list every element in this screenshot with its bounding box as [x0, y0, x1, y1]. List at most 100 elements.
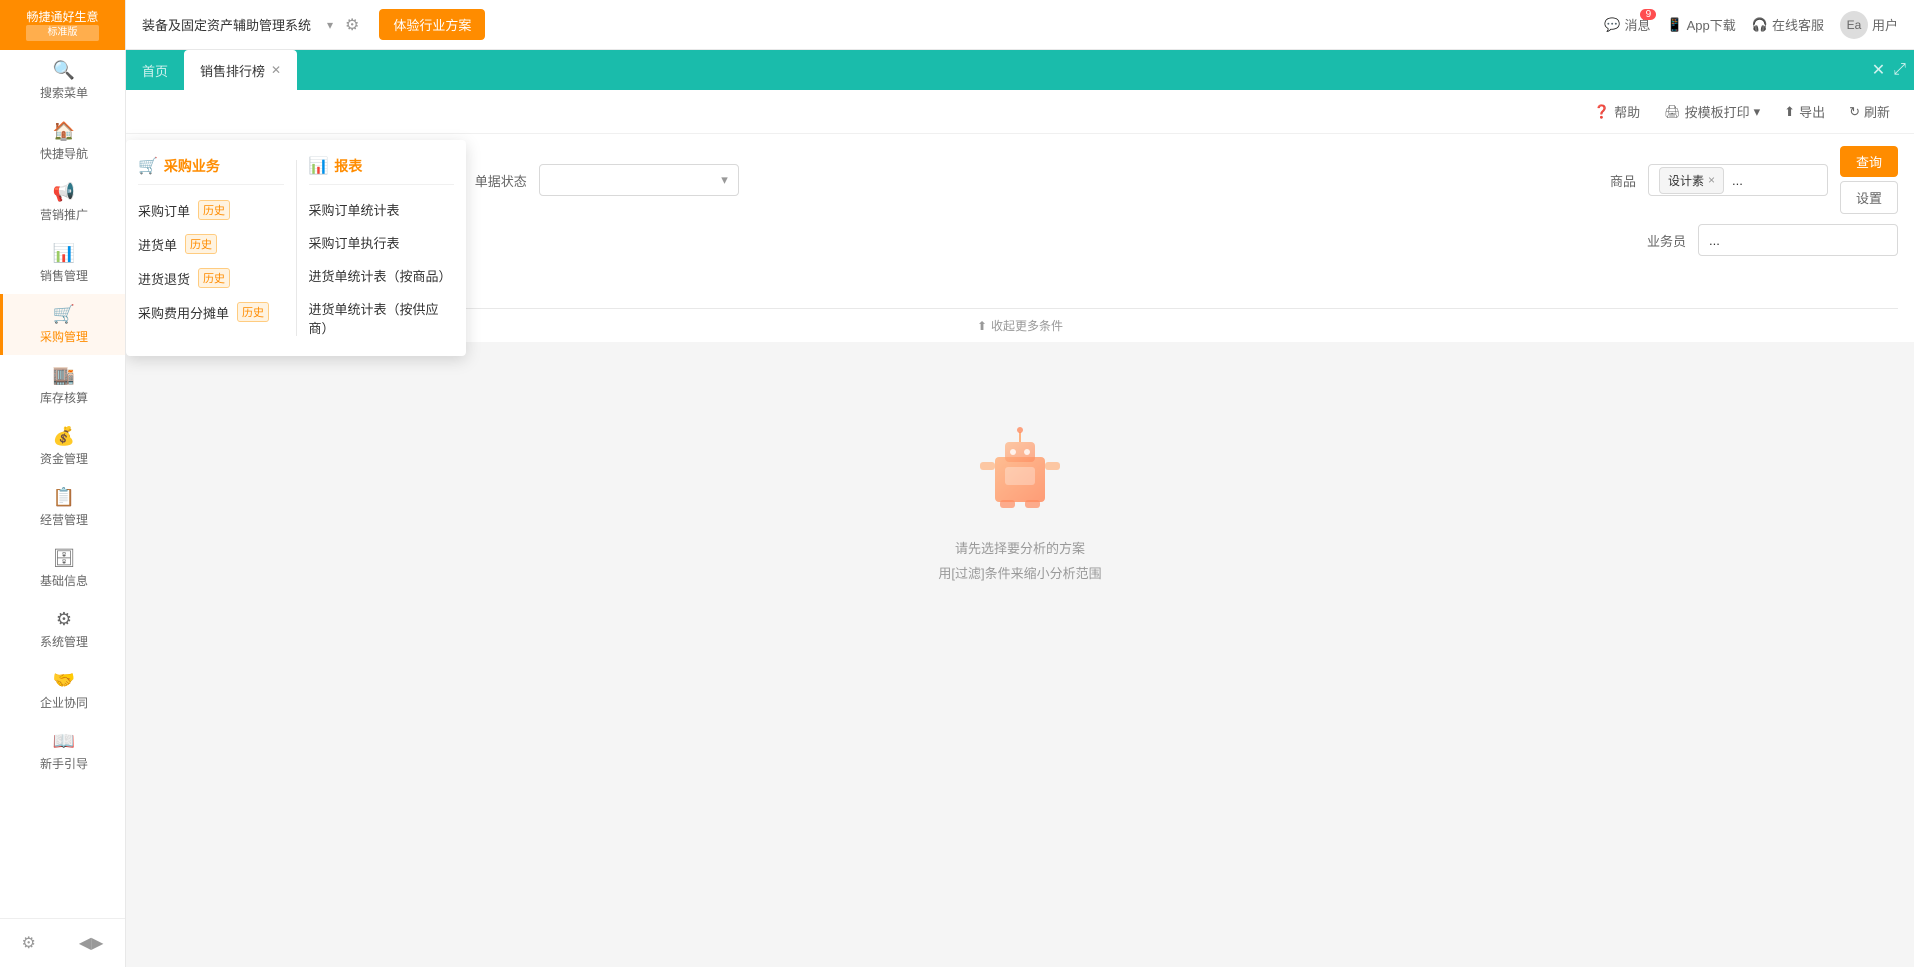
dropdown-item-goods-return[interactable]: 进货退货 历史	[138, 261, 284, 295]
settings-icon[interactable]: ⚙	[18, 929, 40, 957]
content-toolbar: ❓ 帮助 🖨 按模板打印 ▾ ⬆ 导出 ↻ 刷新	[126, 90, 1914, 134]
collapse-sidebar-icon[interactable]: ◀▶	[75, 929, 108, 957]
goods-tag-value: 设计素	[1668, 172, 1704, 189]
sidebar-item-1[interactable]: 🏠 快捷导航	[0, 111, 125, 172]
sidebar-item-10[interactable]: 🤝 企业协同	[0, 660, 125, 721]
sidebar-icon-1: 🏠	[53, 121, 75, 142]
help-btn[interactable]: ❓ 帮助	[1586, 98, 1648, 125]
salesperson-select[interactable]: ...	[1698, 224, 1898, 256]
doc-status-label: 单据状态	[475, 171, 527, 190]
export-icon: ⬆	[1784, 104, 1795, 120]
dropdown-item-purchase-order[interactable]: 采购订单 历史	[138, 193, 284, 227]
empty-illustration	[970, 422, 1070, 522]
print-dropdown-icon[interactable]: ▾	[1754, 104, 1761, 120]
tab-bar-actions: ✕ ⤢	[1872, 60, 1914, 80]
sidebar-item-2[interactable]: 📢 营销推广	[0, 172, 125, 233]
sidebar-item-11[interactable]: 📖 新手引导	[0, 721, 125, 782]
online-service-btn[interactable]: 🎧 在线客服	[1752, 15, 1824, 34]
sidebar-icon-9: ⚙	[56, 609, 72, 630]
dropdown-col-report: 📊 报表 采购订单统计表 采购订单执行表 进货单统计表（按商品）	[297, 152, 467, 344]
sidebar-nav: 🔍搜索菜单 🏠 快捷导航 📢 营销推广 📊 销售管理 🛒采购管理 🏬 库存核算 💰资金管理 📋 经营管理…	[0, 50, 125, 918]
goods-tag-close-icon[interactable]: ×	[1708, 173, 1715, 187]
sidebar-icon-2: 📢	[53, 182, 75, 203]
industry-btn[interactable]: 体验行业方案	[379, 9, 485, 40]
sidebar-item-8[interactable]: 🗄基础信息	[0, 538, 125, 599]
tab-home[interactable]: 首页	[126, 50, 184, 90]
dropdown-columns: 🛒 采购业务 采购订单 历史 进货单 历史 进货退货	[126, 152, 466, 344]
refresh-icon: ↻	[1849, 104, 1860, 120]
sidebar-label-1: 快捷导航	[40, 145, 88, 162]
empty-state-image	[970, 422, 1070, 522]
sidebar-footer: ⚙ ◀▶	[0, 918, 125, 967]
sidebar-icon-3: 📊	[53, 243, 75, 264]
query-btn[interactable]: 查询	[1840, 146, 1898, 177]
empty-state: 请先选择要分析的方案 用[过滤]条件来缩小分析范围	[126, 342, 1914, 668]
tab-close-all-icon[interactable]: ✕	[1872, 60, 1885, 80]
sidebar-label-11: 新手引导	[40, 755, 88, 772]
dropdown-report-title: 📊 报表	[309, 152, 455, 185]
sidebar-icon-11: 📖	[53, 731, 75, 752]
report-icon: 📊	[309, 156, 329, 176]
dropdown-item-purchase-order-stats[interactable]: 采购订单统计表	[309, 193, 455, 226]
sidebar-label-6: 资金管理	[40, 450, 88, 467]
sidebar-label-3: 销售管理	[40, 267, 88, 284]
logo-badge: 标准版	[26, 25, 98, 41]
sidebar-label-7: 经营管理	[40, 511, 88, 528]
user-avatar-btn[interactable]: Ea 用户	[1840, 11, 1898, 39]
app-download-btn[interactable]: 📱 App下载	[1666, 15, 1735, 34]
dropdown-item-receipt-stats-goods[interactable]: 进货单统计表（按商品）	[309, 259, 455, 292]
sidebar-label-9: 系统管理	[40, 633, 88, 650]
dropdown-col-purchase: 🛒 采购业务 采购订单 历史 进货单 历史 进货退货	[126, 152, 296, 344]
sidebar-icon-5: 🏬	[53, 365, 75, 386]
dropdown-item-purchase-order-exec[interactable]: 采购订单执行表	[309, 226, 455, 259]
sidebar-item-4[interactable]: 🛒采购管理	[0, 294, 125, 355]
notification-btn[interactable]: 💬 9 消息	[1604, 15, 1650, 34]
tab-resize-icon[interactable]: ⤢	[1893, 61, 1906, 79]
settings-icon[interactable]: ⚙	[345, 15, 359, 35]
refresh-btn[interactable]: ↻ 刷新	[1841, 98, 1898, 125]
phone-icon: 📱	[1666, 17, 1682, 33]
sidebar-item-3[interactable]: 📊 销售管理	[0, 233, 125, 294]
notification-bell-icon: 💬	[1604, 17, 1620, 33]
sidebar-item-6[interactable]: 💰资金管理	[0, 416, 125, 477]
tab-sales-ranking[interactable]: 销售排行榜 ✕	[184, 50, 297, 90]
salesperson-more-icon[interactable]: ...	[1709, 233, 1720, 248]
sidebar-icon-10: 🤝	[53, 670, 75, 691]
notification-count: 9	[1640, 9, 1656, 20]
system-title: 装备及固定资产辅助管理系统	[142, 15, 311, 34]
sidebar-item-7[interactable]: 📋 经营管理	[0, 477, 125, 538]
sidebar-item-9[interactable]: ⚙ 系统管理	[0, 599, 125, 660]
sidebar-icon-7: 📋	[53, 487, 75, 508]
sidebar: 畅捷通好生意 标准版 🔍搜索菜单 🏠 快捷导航 📢 营销推广 📊 销售管理 🛒采购管理 🏬 库存核…	[0, 0, 126, 967]
doc-status-arrow-icon: ▾	[721, 172, 728, 188]
sidebar-item-5[interactable]: 🏬 库存核算	[0, 355, 125, 416]
sidebar-logo: 畅捷通好生意 标准版	[0, 0, 125, 50]
export-btn[interactable]: ⬆ 导出	[1776, 98, 1833, 125]
dropdown-purchase-title: 🛒 采购业务	[138, 152, 284, 185]
sidebar-label-2: 营销推广	[40, 206, 88, 223]
system-title-dropdown-icon[interactable]: ▾	[327, 18, 333, 32]
goods-label: 商品	[1610, 171, 1636, 190]
print-btn[interactable]: 🖨 按模板打印 ▾	[1656, 98, 1768, 125]
dropdown-item-receipt-stats-supplier[interactable]: 进货单统计表（按供应商）	[309, 292, 455, 344]
sidebar-icon-0: 🔍	[53, 60, 75, 81]
sidebar-label-5: 库存核算	[40, 389, 88, 406]
goods-select[interactable]: 设计素 × ...	[1648, 164, 1828, 196]
sidebar-label-10: 企业协同	[40, 694, 88, 711]
collapse-icon: ⬆	[977, 319, 987, 333]
doc-status-select[interactable]: ▾	[539, 164, 739, 196]
purchase-icon: 🛒	[138, 156, 158, 176]
goods-more-icon[interactable]: ...	[1732, 173, 1743, 188]
dropdown-menu: 🛒 采购业务 采购订单 历史 进货单 历史 进货退货	[126, 140, 466, 356]
settings-btn[interactable]: 设置	[1840, 181, 1898, 214]
dropdown-item-goods-receipt[interactable]: 进货单 历史	[138, 227, 284, 261]
dropdown-item-purchase-expense[interactable]: 采购费用分摊单 历史	[138, 295, 284, 329]
sidebar-icon-8: 🗄	[53, 548, 76, 569]
logo-text: 畅捷通好生意	[26, 9, 98, 26]
tab-home-label: 首页	[142, 61, 168, 80]
tab-close-icon[interactable]: ✕	[271, 63, 281, 77]
goods-tag: 设计素 ×	[1659, 167, 1724, 194]
sidebar-item-0[interactable]: 🔍搜索菜单	[0, 50, 125, 111]
history-badge-purchase-order: 历史	[198, 200, 230, 220]
content-area: ❓ 帮助 🖨 按模板打印 ▾ ⬆ 导出 ↻ 刷新	[126, 90, 1914, 967]
